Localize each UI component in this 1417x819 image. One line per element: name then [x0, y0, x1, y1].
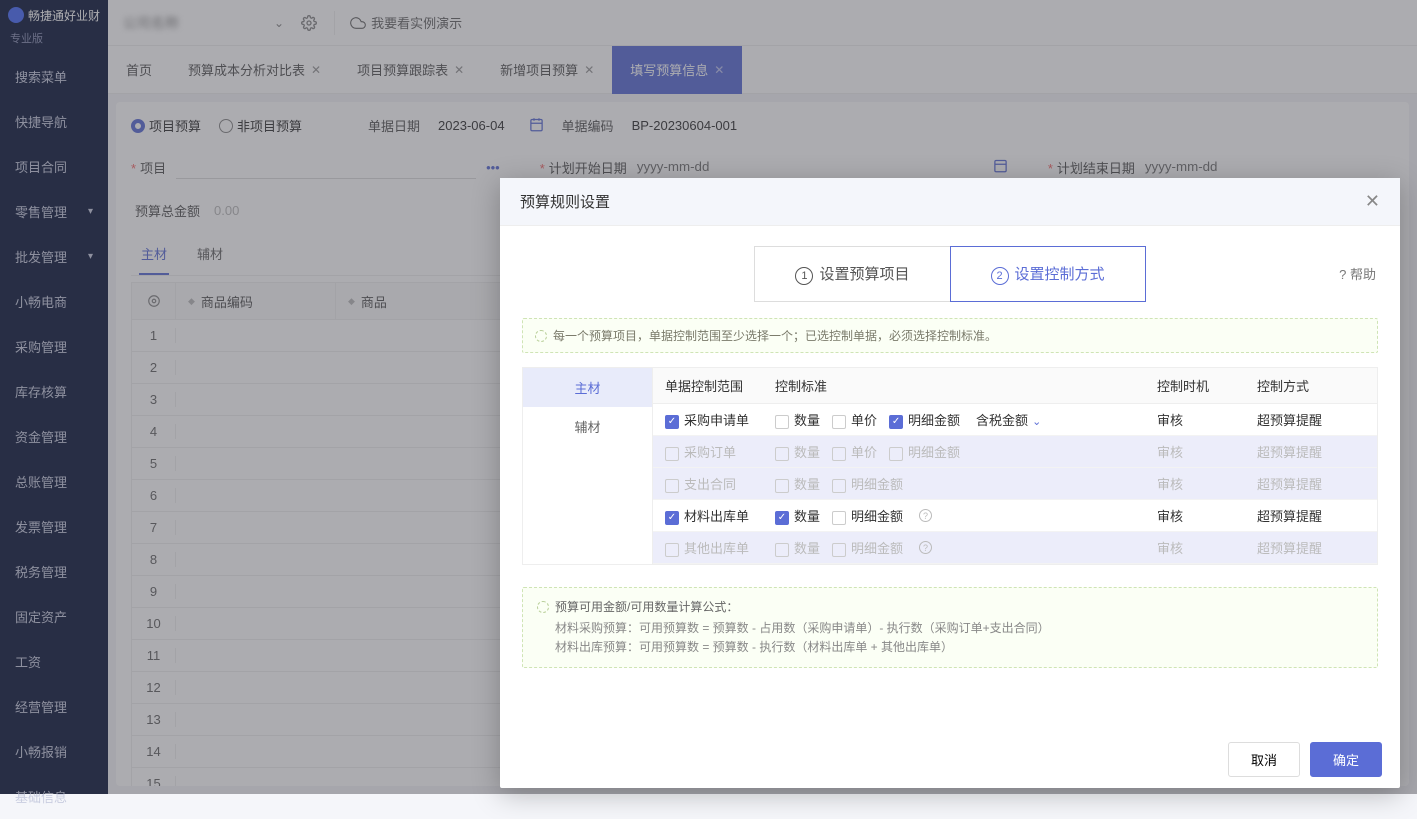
checkbox-qty[interactable]: ✓: [775, 511, 789, 525]
step-1[interactable]: 1设置预算项目: [754, 246, 949, 302]
checkbox-qty[interactable]: [775, 543, 789, 557]
checkbox-detail[interactable]: [832, 479, 846, 493]
rule-row: ✓材料出库单✓数量明细金额?审核超预算提醒: [653, 500, 1377, 532]
ok-button[interactable]: 确定: [1310, 742, 1382, 777]
checkbox-detail[interactable]: [832, 511, 846, 525]
rule-row: 支出合同数量明细金额审核超预算提醒: [653, 468, 1377, 500]
th-standard: 控制标准: [763, 376, 1157, 395]
th-mode: 控制方式: [1257, 376, 1377, 395]
checkbox-qty[interactable]: [775, 447, 789, 461]
modal-title: 预算规则设置: [520, 191, 610, 212]
rule-side-main[interactable]: 主材: [523, 368, 652, 407]
checkbox-scope[interactable]: [665, 479, 679, 493]
info-icon[interactable]: ?: [919, 541, 932, 554]
checkbox-scope[interactable]: [665, 543, 679, 557]
checkbox-qty[interactable]: [775, 415, 789, 429]
chevron-down-icon[interactable]: ⌄: [1032, 416, 1041, 428]
rule-side-aux[interactable]: 辅材: [523, 407, 652, 446]
tip-bar: 每⼀个预算项⽬，单据控制范围⾄少选择⼀个；已选控制单据，必须选择控制标准。: [522, 318, 1378, 353]
info-icon[interactable]: ?: [919, 509, 932, 522]
step-2[interactable]: 2设置控制方式: [950, 246, 1146, 302]
checkbox-qty[interactable]: [775, 479, 789, 493]
th-scope: 单据控制范围: [653, 376, 763, 395]
budget-rule-modal: 预算规则设置 ✕ 1设置预算项目 2设置控制方式 ? 帮助 每⼀个预算项⽬，单据…: [500, 178, 1400, 788]
tip-icon: [535, 330, 547, 342]
checkbox-detail[interactable]: ✓: [889, 415, 903, 429]
rule-area: 主材 辅材 单据控制范围 控制标准 控制时机 控制方式 ✓采购申请单数量单价✓明…: [522, 367, 1378, 565]
checkbox-scope[interactable]: [665, 447, 679, 461]
checkbox-detail[interactable]: [889, 447, 903, 461]
close-icon[interactable]: ✕: [1365, 191, 1380, 212]
th-timing: 控制时机: [1157, 376, 1257, 395]
help-link[interactable]: ? 帮助: [1339, 264, 1376, 283]
step-tabs: 1设置预算项目 2设置控制方式: [522, 246, 1378, 302]
rule-table: 单据控制范围 控制标准 控制时机 控制方式 ✓采购申请单数量单价✓明细金额含税金…: [653, 368, 1377, 564]
rule-row: 其他出库单数量明细金额?审核超预算提醒: [653, 532, 1377, 564]
checkbox-price[interactable]: [832, 447, 846, 461]
checkbox-scope[interactable]: ✓: [665, 415, 679, 429]
checkbox-scope[interactable]: ✓: [665, 511, 679, 525]
checkbox-price[interactable]: [832, 415, 846, 429]
rule-side-nav: 主材 辅材: [523, 368, 653, 564]
formula-box: 预算可用金额/可用数量计算公式： 材料采购预算：可用预算数 = 预算数 - 占用…: [522, 587, 1378, 668]
checkbox-detail[interactable]: [832, 543, 846, 557]
formula-icon: [537, 601, 549, 613]
cancel-button[interactable]: 取消: [1228, 742, 1300, 777]
rule-row: 采购订单数量单价明细金额审核超预算提醒: [653, 436, 1377, 468]
rule-row: ✓采购申请单数量单价✓明细金额含税金额⌄审核超预算提醒: [653, 404, 1377, 436]
